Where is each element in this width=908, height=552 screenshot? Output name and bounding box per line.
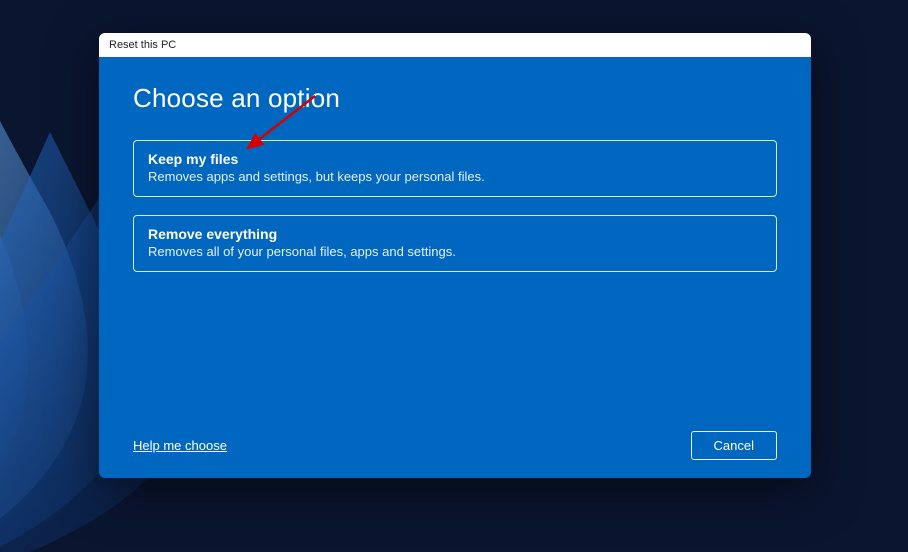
dialog-footer: Help me choose Cancel — [133, 421, 777, 460]
cancel-button[interactable]: Cancel — [691, 431, 777, 460]
option-remove-everything[interactable]: Remove everything Removes all of your pe… — [133, 215, 777, 272]
reset-pc-dialog: Reset this PC Choose an option Keep my f… — [99, 33, 811, 478]
option-title: Keep my files — [148, 151, 762, 167]
option-description: Removes all of your personal files, apps… — [148, 244, 762, 259]
window-titlebar: Reset this PC — [99, 33, 811, 57]
window-title: Reset this PC — [109, 39, 176, 51]
dialog-heading: Choose an option — [133, 83, 777, 114]
help-me-choose-link[interactable]: Help me choose — [133, 438, 227, 453]
option-keep-my-files[interactable]: Keep my files Removes apps and settings,… — [133, 140, 777, 197]
option-description: Removes apps and settings, but keeps you… — [148, 169, 762, 184]
dialog-content: Choose an option Keep my files Removes a… — [99, 57, 811, 478]
option-title: Remove everything — [148, 226, 762, 242]
